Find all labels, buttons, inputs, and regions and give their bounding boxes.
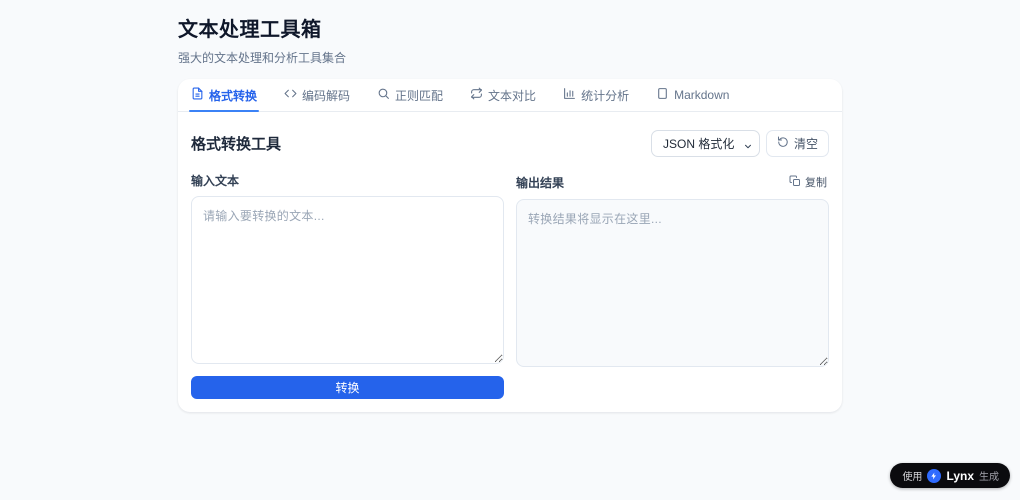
- convert-button[interactable]: 转换: [191, 376, 504, 399]
- input-label: 输入文本: [191, 174, 240, 188]
- copy-button-label: 复制: [805, 177, 827, 189]
- file-text-icon: [191, 87, 204, 103]
- tab-label: 编码解码: [302, 88, 351, 103]
- main-container: 文本处理工具箱 强大的文本处理和分析工具集合 格式转换 编码解码 正则匹配 文本…: [178, 0, 842, 412]
- tab-encode-decode[interactable]: 编码解码: [284, 79, 350, 111]
- page-subtitle: 强大的文本处理和分析工具集合: [178, 51, 347, 65]
- lynx-logo-icon: [927, 468, 942, 483]
- tab-label: 统计分析: [581, 88, 630, 103]
- mode-select[interactable]: JSON 格式化: [650, 130, 760, 157]
- search-icon: [377, 87, 390, 103]
- tab-label: 格式转换: [209, 88, 258, 103]
- output-label: 输出结果: [516, 175, 565, 190]
- output-column: 输出结果 复制: [516, 172, 829, 399]
- badge-brand: Lynx: [946, 468, 974, 483]
- clear-button[interactable]: 清空: [765, 130, 829, 157]
- page-title: 文本处理工具箱: [178, 19, 322, 41]
- tab-regex-match[interactable]: 正则匹配: [377, 79, 443, 111]
- tab-bar: 格式转换 编码解码 正则匹配 文本对比 统计分析 Markdown: [178, 79, 842, 112]
- output-textarea[interactable]: [516, 199, 829, 367]
- panel-title: 格式转换工具: [191, 136, 282, 153]
- copy-icon: [789, 175, 801, 190]
- tab-text-compare[interactable]: 文本对比: [470, 79, 536, 111]
- tab-label: 文本对比: [488, 88, 537, 103]
- format-convert-panel: 格式转换工具 JSON 格式化 清空 输入文本 请输入要转换的文本... 转换 …: [178, 112, 842, 412]
- code-icon: [284, 87, 297, 103]
- badge-suffix: 生成: [979, 472, 999, 483]
- input-column: 输入文本 转换: [191, 172, 504, 399]
- document-icon: [656, 87, 669, 103]
- refresh-icon: [777, 136, 789, 151]
- lynx-attribution-badge[interactable]: 使用 Lynx 生成: [890, 463, 1010, 488]
- clear-button-label: 清空: [793, 137, 818, 151]
- toolbox-card: 格式转换 编码解码 正则匹配 文本对比 统计分析 Markdown 格式转换工具…: [178, 79, 842, 412]
- tab-format-convert[interactable]: 格式转换: [188, 79, 260, 112]
- input-textarea[interactable]: [191, 196, 504, 364]
- tab-label: 正则匹配: [395, 88, 444, 103]
- tab-stats-analysis[interactable]: 统计分析: [563, 79, 629, 111]
- tab-label: Markdown: [674, 88, 730, 102]
- bar-chart-icon: [563, 87, 576, 103]
- tab-markdown[interactable]: Markdown: [656, 79, 729, 111]
- mode-select-wrap: JSON 格式化: [650, 130, 760, 157]
- badge-prefix: 使用: [902, 472, 923, 483]
- swap-arrows-icon: [470, 87, 483, 103]
- copy-button[interactable]: 复制: [787, 172, 829, 192]
